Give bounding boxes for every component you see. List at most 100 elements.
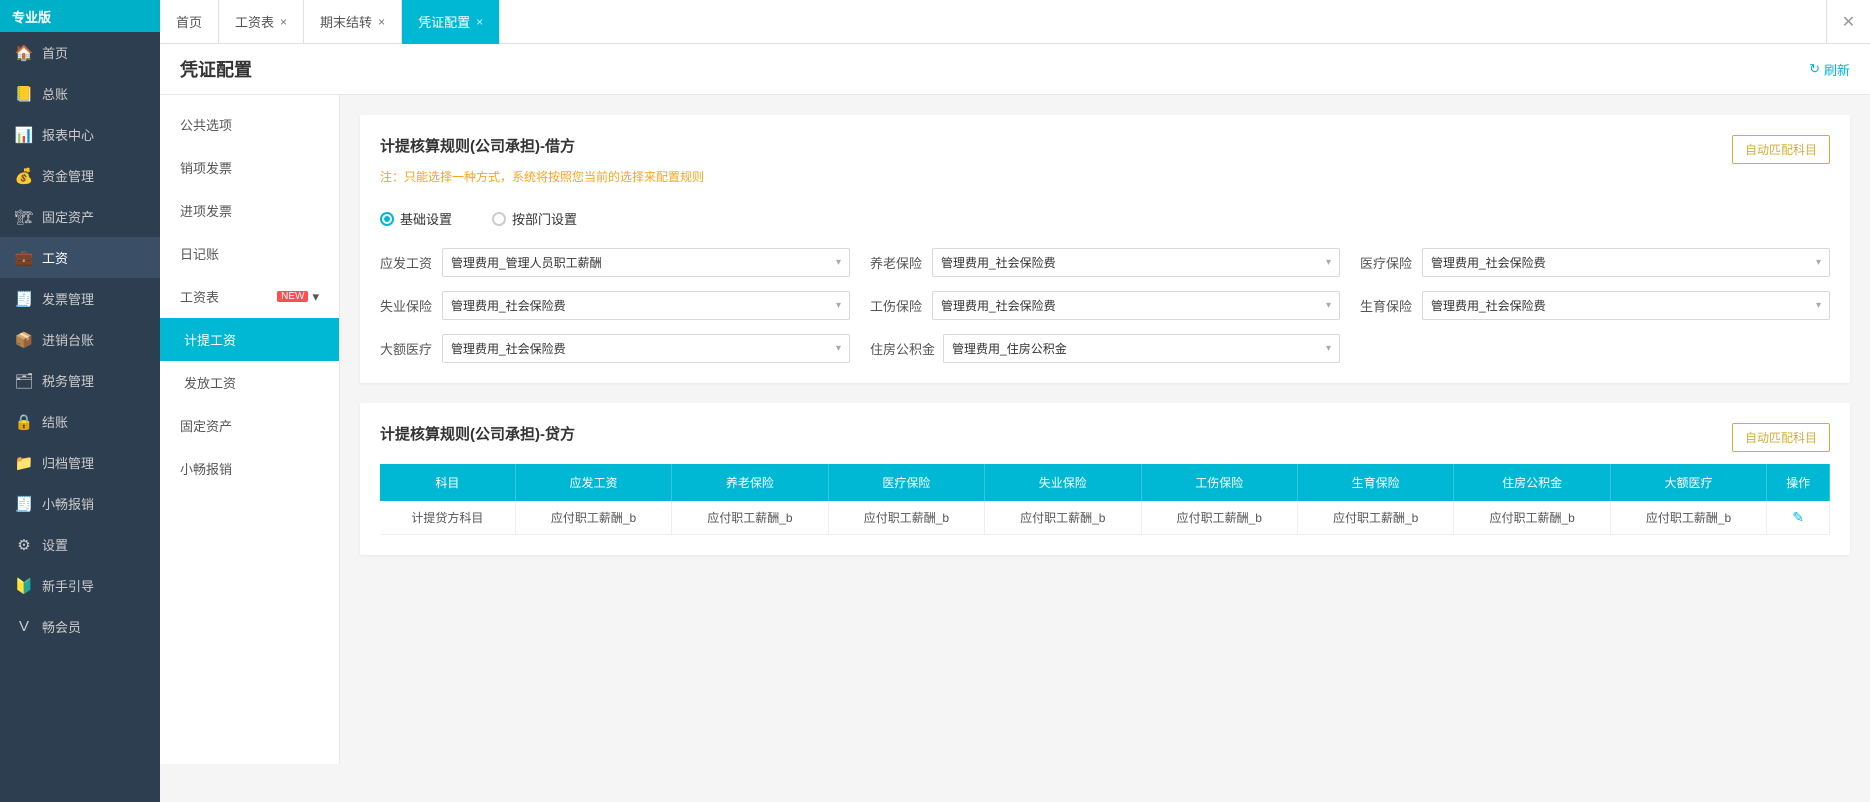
sidebar-label-guide: 新手引导 xyxy=(42,576,94,595)
sidebar-item-capital[interactable]: 💰 资金管理 xyxy=(0,155,160,196)
radio-basic[interactable]: 基础设置 xyxy=(380,209,452,228)
table-body: 计提贷方科目 应付职工薪酬_b 应付职工薪酬_b 应付职工薪酬_b 应付职工薪酬… xyxy=(380,501,1830,535)
sidebar-item-stock[interactable]: 📦 进销台账 xyxy=(0,319,160,360)
stock-icon: 📦 xyxy=(14,331,34,349)
sidebar-label-archive: 归档管理 xyxy=(42,453,94,472)
left-nav-journal[interactable]: 日记账 xyxy=(160,232,339,275)
chevron-down-icon-2: ▾ xyxy=(1326,257,1331,268)
chevron-down-icon-6: ▾ xyxy=(1816,300,1821,311)
tab-period-close[interactable]: 期末结转 × xyxy=(304,0,402,44)
radio-group: 基础设置 按部门设置 xyxy=(380,209,1830,228)
radio-basic-label: 基础设置 xyxy=(400,209,452,228)
ledger-icon: 📒 xyxy=(14,85,34,103)
sidebar-item-assets[interactable]: 🏗 固定资产 xyxy=(0,196,160,237)
sidebar-label-xiaochang: 小畅报销 xyxy=(42,494,94,513)
sidebar-label-salary: 工资 xyxy=(42,248,68,267)
sidebar-item-close[interactable]: 🔒 结账 xyxy=(0,401,160,442)
form-select-housing[interactable]: 管理费用_住房公积金 ▾ xyxy=(943,334,1340,363)
form-select-medical[interactable]: 管理费用_社会保险费 ▾ xyxy=(1422,248,1830,277)
settings-icon: ⚙ xyxy=(14,536,34,554)
form-select-pension[interactable]: 管理费用_社会保险费 ▾ xyxy=(932,248,1340,277)
assets-icon: 🏗 xyxy=(14,208,34,226)
table-header: 科目 应发工资 养老保险 医疗保险 失业保险 工伤保险 生育保险 住房公积金 大… xyxy=(380,464,1830,501)
left-nav-enter-invoice[interactable]: 进项发票 xyxy=(160,189,339,232)
sidebar-item-tax[interactable]: 🗂 税务管理 xyxy=(0,360,160,401)
form-select-salary-value: 管理费用_管理人员职工薪酬 xyxy=(451,254,602,271)
left-nav-fixed-assets[interactable]: 固定资产 xyxy=(160,404,339,447)
radio-dept[interactable]: 按部门设置 xyxy=(492,209,577,228)
credit-table: 科目 应发工资 养老保险 医疗保险 失业保险 工伤保险 生育保险 住房公积金 大… xyxy=(380,464,1830,535)
topbar-close-button[interactable]: ✕ xyxy=(1826,0,1870,44)
form-label-salary: 应发工资 xyxy=(380,253,434,272)
sidebar-item-home[interactable]: 🏠 首页 xyxy=(0,32,160,73)
radio-dept-label: 按部门设置 xyxy=(512,209,577,228)
left-nav-salary-table[interactable]: 工资表 NEW ▾ xyxy=(160,275,339,318)
section1-card: 计提核算规则(公司承担)-借方 注：只能选择一种方式，系统将按照您当前的选择来配… xyxy=(360,115,1850,383)
sidebar-label-capital: 资金管理 xyxy=(42,166,94,185)
tab-salary-table-close[interactable]: × xyxy=(280,15,287,29)
left-nav-cancel-invoice[interactable]: 销项发票 xyxy=(160,146,339,189)
page-title: 凭证配置 xyxy=(180,56,252,82)
chevron-down-icon: ▾ xyxy=(836,257,841,268)
tab-period-close-label: 期末结转 xyxy=(320,12,372,31)
vip-icon: V xyxy=(14,618,34,635)
form-label-housing: 住房公积金 xyxy=(870,339,935,358)
left-nav-pay-salary[interactable]: 发放工资 xyxy=(160,361,339,404)
th-housing: 住房公积金 xyxy=(1454,464,1610,501)
section2-title: 计提核算规则(公司承担)-贷方 xyxy=(380,423,575,444)
sidebar-item-archive[interactable]: 📁 归档管理 xyxy=(0,442,160,483)
topbar: 首页 工资表 × 期末结转 × 凭证配置 × ✕ xyxy=(160,0,1870,44)
form-label-injury: 工伤保险 xyxy=(870,296,924,315)
left-nav-xiaochang-expense[interactable]: 小畅报销 xyxy=(160,447,339,490)
th-subject: 科目 xyxy=(380,464,515,501)
tab-voucher-config-close[interactable]: × xyxy=(476,15,483,29)
form-select-unemployment[interactable]: 管理费用_社会保险费 ▾ xyxy=(442,291,850,320)
edit-icon[interactable]: ✎ xyxy=(1792,509,1804,525)
td-action[interactable]: ✎ xyxy=(1767,501,1830,535)
td-unemployment: 应付职工薪酬_b xyxy=(985,501,1141,535)
tab-voucher-config[interactable]: 凭证配置 × xyxy=(402,0,500,44)
salary-icon: 💼 xyxy=(14,249,34,267)
sidebar-item-report[interactable]: 📊 报表中心 xyxy=(0,114,160,155)
sidebar-item-ledger[interactable]: 📒 总账 xyxy=(0,73,160,114)
auto-match-btn-2[interactable]: 自动匹配科目 xyxy=(1732,423,1830,452)
layout: 公共选项 销项发票 进项发票 日记账 工资表 NEW ▾ xyxy=(160,95,1870,764)
form-select-salary[interactable]: 管理费用_管理人员职工薪酬 ▾ xyxy=(442,248,850,277)
form-select-medical-value: 管理费用_社会保险费 xyxy=(1431,254,1546,271)
form-label-medical: 医疗保险 xyxy=(1360,253,1414,272)
form-select-housing-value: 管理费用_住房公积金 xyxy=(952,340,1067,357)
chevron-down-icon-3: ▾ xyxy=(1816,257,1821,268)
tab-salary-table[interactable]: 工资表 × xyxy=(219,0,304,44)
chevron-down-icon-8: ▾ xyxy=(1326,343,1331,354)
sidebar-item-xiaochang[interactable]: 🧾 小畅报销 xyxy=(0,483,160,524)
section1-title-area: 计提核算规则(公司承担)-借方 注：只能选择一种方式，系统将按照您当前的选择来配… xyxy=(380,135,704,201)
section1-title: 计提核算规则(公司承担)-借方 xyxy=(380,135,704,156)
form-select-maternity[interactable]: 管理费用_社会保险费 ▾ xyxy=(1422,291,1830,320)
tab-home[interactable]: 首页 xyxy=(160,0,219,44)
sidebar-label-assets: 固定资产 xyxy=(42,207,94,226)
sidebar-item-salary[interactable]: 💼 工资 xyxy=(0,237,160,278)
invoice-icon: 🧾 xyxy=(14,290,34,308)
refresh-button[interactable]: ↻ 刷新 xyxy=(1809,60,1850,79)
app-edition: 专业版 xyxy=(12,7,51,26)
left-nav-calc-salary-label: 计提工资 xyxy=(184,333,236,348)
form-item-major-medical: 大额医疗 管理费用_社会保险费 ▾ xyxy=(380,334,850,363)
expand-icon: ▾ xyxy=(312,289,319,305)
sidebar-item-vip[interactable]: V 畅会员 xyxy=(0,606,160,647)
left-nav-calc-salary[interactable]: 计提工资 xyxy=(160,318,339,361)
sidebar-item-invoice[interactable]: 🧾 发票管理 xyxy=(0,278,160,319)
sidebar-item-settings[interactable]: ⚙ 设置 xyxy=(0,524,160,565)
tab-period-close-close[interactable]: × xyxy=(378,15,385,29)
form-select-major-medical[interactable]: 管理费用_社会保险费 ▾ xyxy=(442,334,850,363)
form-select-injury[interactable]: 管理费用_社会保险费 ▾ xyxy=(932,291,1340,320)
td-major-medical: 应付职工薪酬_b xyxy=(1610,501,1766,535)
form-item-housing: 住房公积金 管理费用_住房公积金 ▾ xyxy=(870,334,1340,363)
th-maternity: 生育保险 xyxy=(1297,464,1453,501)
left-nav-public[interactable]: 公共选项 xyxy=(160,103,339,146)
form-item-medical: 医疗保险 管理费用_社会保险费 ▾ xyxy=(1360,248,1830,277)
form-item-pension: 养老保险 管理费用_社会保险费 ▾ xyxy=(870,248,1340,277)
sidebar-item-guide[interactable]: 🔰 新手引导 xyxy=(0,565,160,606)
refresh-label: 刷新 xyxy=(1824,60,1850,79)
auto-match-btn-1[interactable]: 自动匹配科目 xyxy=(1732,135,1830,164)
form-select-major-medical-value: 管理费用_社会保险费 xyxy=(451,340,566,357)
